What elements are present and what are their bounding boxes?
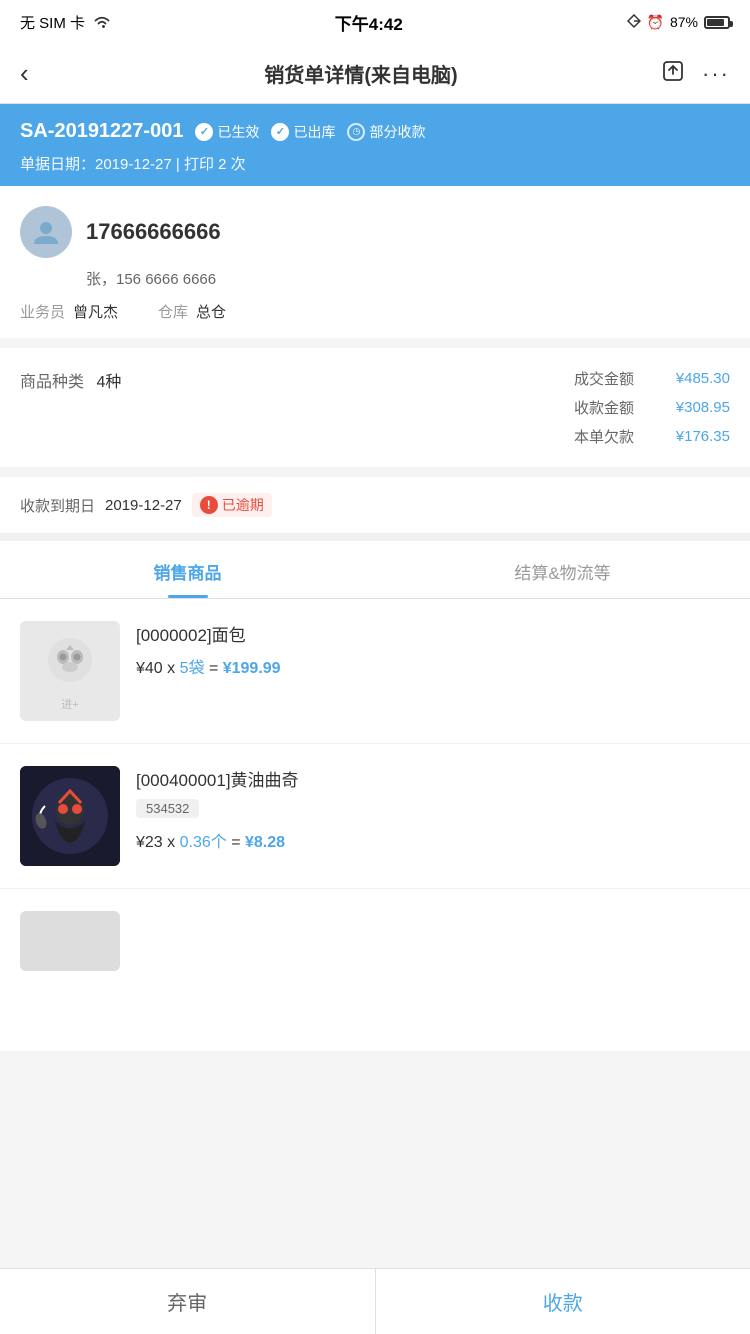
- nav-actions: ···: [662, 60, 730, 88]
- category-value: 4种: [96, 374, 121, 391]
- status-bar: 无 SIM 卡 下午4:42 ⏰ 87%: [0, 0, 750, 44]
- more-button[interactable]: ···: [702, 61, 730, 87]
- check-icon-1: ✓: [195, 123, 213, 141]
- due-date: 2019-12-27: [105, 497, 182, 514]
- sales-label: 业务员: [20, 301, 65, 322]
- alarm-icon: ⏰: [647, 14, 664, 31]
- bottom-bar: 弃审 收款: [0, 1268, 750, 1334]
- location-icon: [627, 14, 641, 30]
- tab-sales-products[interactable]: 销售商品: [0, 541, 375, 598]
- product-name-1: [0000002]面包: [136, 621, 730, 646]
- transaction-row: 成交金额 ¥485.30: [574, 368, 730, 389]
- product-thumb-2: [20, 766, 120, 866]
- product-item-2: [000400001]黄油曲奇 534532 ¥23 x 0.36个 = ¥8.…: [0, 744, 750, 889]
- back-button[interactable]: ‹: [20, 58, 60, 89]
- sales-value: 曾凡杰: [73, 301, 118, 322]
- order-meta: 单据日期：2019-12-27 | 打印 2 次: [20, 153, 730, 174]
- products-section: 进+ [0000002]面包 ¥40 x 5袋 = ¥199.99: [0, 599, 750, 1051]
- cancel-button[interactable]: 弃审: [0, 1269, 375, 1334]
- balance-label: 本单欠款: [574, 426, 634, 447]
- warehouse-value: 总仓: [196, 301, 226, 322]
- product-item-3-partial: [0, 889, 750, 971]
- order-number: SA-20191227-001: [20, 120, 183, 143]
- balance-row: 本单欠款 ¥176.35: [574, 426, 730, 447]
- product-item-1: 进+ [0000002]面包 ¥40 x 5袋 = ¥199.99: [0, 599, 750, 744]
- product-qty-2: 0.36个: [180, 834, 227, 851]
- share-button[interactable]: [662, 60, 684, 88]
- product-name-2: [000400001]黄油曲奇: [136, 766, 730, 791]
- customer-section: 17666666666 张，156 6666 6666 业务员 曾凡杰 仓库 总…: [0, 186, 750, 338]
- receipt-value: ¥308.95: [650, 399, 730, 416]
- carrier-text: 无 SIM 卡: [20, 12, 85, 33]
- tabs: 销售商品 结算&物流等: [0, 541, 750, 599]
- nav-bar: ‹ 销货单详情(来自电脑) ···: [0, 44, 750, 104]
- product-info-2: [000400001]黄油曲奇 534532 ¥23 x 0.36个 = ¥8.…: [136, 766, 730, 852]
- thumb-placeholder-1: 进+: [20, 621, 120, 721]
- check-icon-2: ✓: [271, 123, 289, 141]
- badge-partial: ◷ 部分收款: [347, 122, 425, 142]
- product-total-2: ¥8.28: [245, 834, 285, 851]
- transaction-label: 成交金额: [574, 368, 634, 389]
- receipt-row: 收款金额 ¥308.95: [574, 397, 730, 418]
- customer-id: 17666666666: [86, 219, 221, 245]
- due-section: 收款到期日 2019-12-27 ! 已逾期: [0, 477, 750, 541]
- order-banner: SA-20191227-001 ✓ 已生效 ✓ 已出库 ◷ 部分收款 单据日期：…: [0, 104, 750, 186]
- customer-meta: 业务员 曾凡杰 仓库 总仓: [20, 301, 730, 322]
- status-right: ⏰ 87%: [627, 14, 730, 31]
- receipt-label: 收款金额: [574, 397, 634, 418]
- product-thumb-3: [20, 911, 120, 971]
- customer-row: 17666666666: [20, 206, 730, 258]
- balance-value: ¥176.35: [650, 428, 730, 445]
- overdue-badge: ! 已逾期: [192, 493, 272, 517]
- product-price-2: ¥23 x 0.36个 = ¥8.28: [136, 828, 730, 852]
- overdue-icon: !: [200, 496, 218, 514]
- product-qty-1: 5袋: [180, 660, 205, 677]
- warehouse-item: 仓库 总仓: [158, 301, 226, 322]
- due-label: 收款到期日: [20, 495, 95, 516]
- transaction-value: ¥485.30: [650, 370, 730, 387]
- page-title: 销货单详情(来自电脑): [264, 59, 457, 88]
- wifi-icon: [93, 15, 111, 29]
- summary-section: 商品种类 4种 成交金额 ¥485.30 收款金额 ¥308.95 本单欠款 ¥…: [0, 348, 750, 467]
- warehouse-label: 仓库: [158, 301, 188, 322]
- badge-shipped: ✓ 已出库: [271, 122, 335, 142]
- product-thumb-1: 进+: [20, 621, 120, 721]
- summary-left: 商品种类 4种: [20, 368, 121, 447]
- status-left: 无 SIM 卡: [20, 12, 111, 33]
- avatar: [20, 206, 72, 258]
- customer-info: 张，156 6666 6666: [20, 268, 730, 289]
- overdue-text: 已逾期: [222, 495, 264, 515]
- clock-icon: ◷: [347, 123, 365, 141]
- confirm-button[interactable]: 收款: [375, 1269, 750, 1334]
- order-banner-top: SA-20191227-001 ✓ 已生效 ✓ 已出库 ◷ 部分收款: [20, 120, 730, 143]
- sales-person-item: 业务员 曾凡杰: [20, 301, 118, 322]
- badge-effective: ✓ 已生效: [195, 122, 259, 142]
- battery-text: 87%: [670, 14, 698, 30]
- status-time: 下午4:42: [335, 10, 403, 35]
- summary-right: 成交金额 ¥485.30 收款金额 ¥308.95 本单欠款 ¥176.35: [574, 368, 730, 447]
- tab-settlement[interactable]: 结算&物流等: [375, 541, 750, 598]
- product-sku-2: 534532: [136, 799, 199, 818]
- product-total-1: ¥199.99: [223, 660, 281, 677]
- product-price-1: ¥40 x 5袋 = ¥199.99: [136, 654, 730, 678]
- battery-icon: [704, 16, 730, 29]
- product-info-1: [0000002]面包 ¥40 x 5袋 = ¥199.99: [136, 621, 730, 678]
